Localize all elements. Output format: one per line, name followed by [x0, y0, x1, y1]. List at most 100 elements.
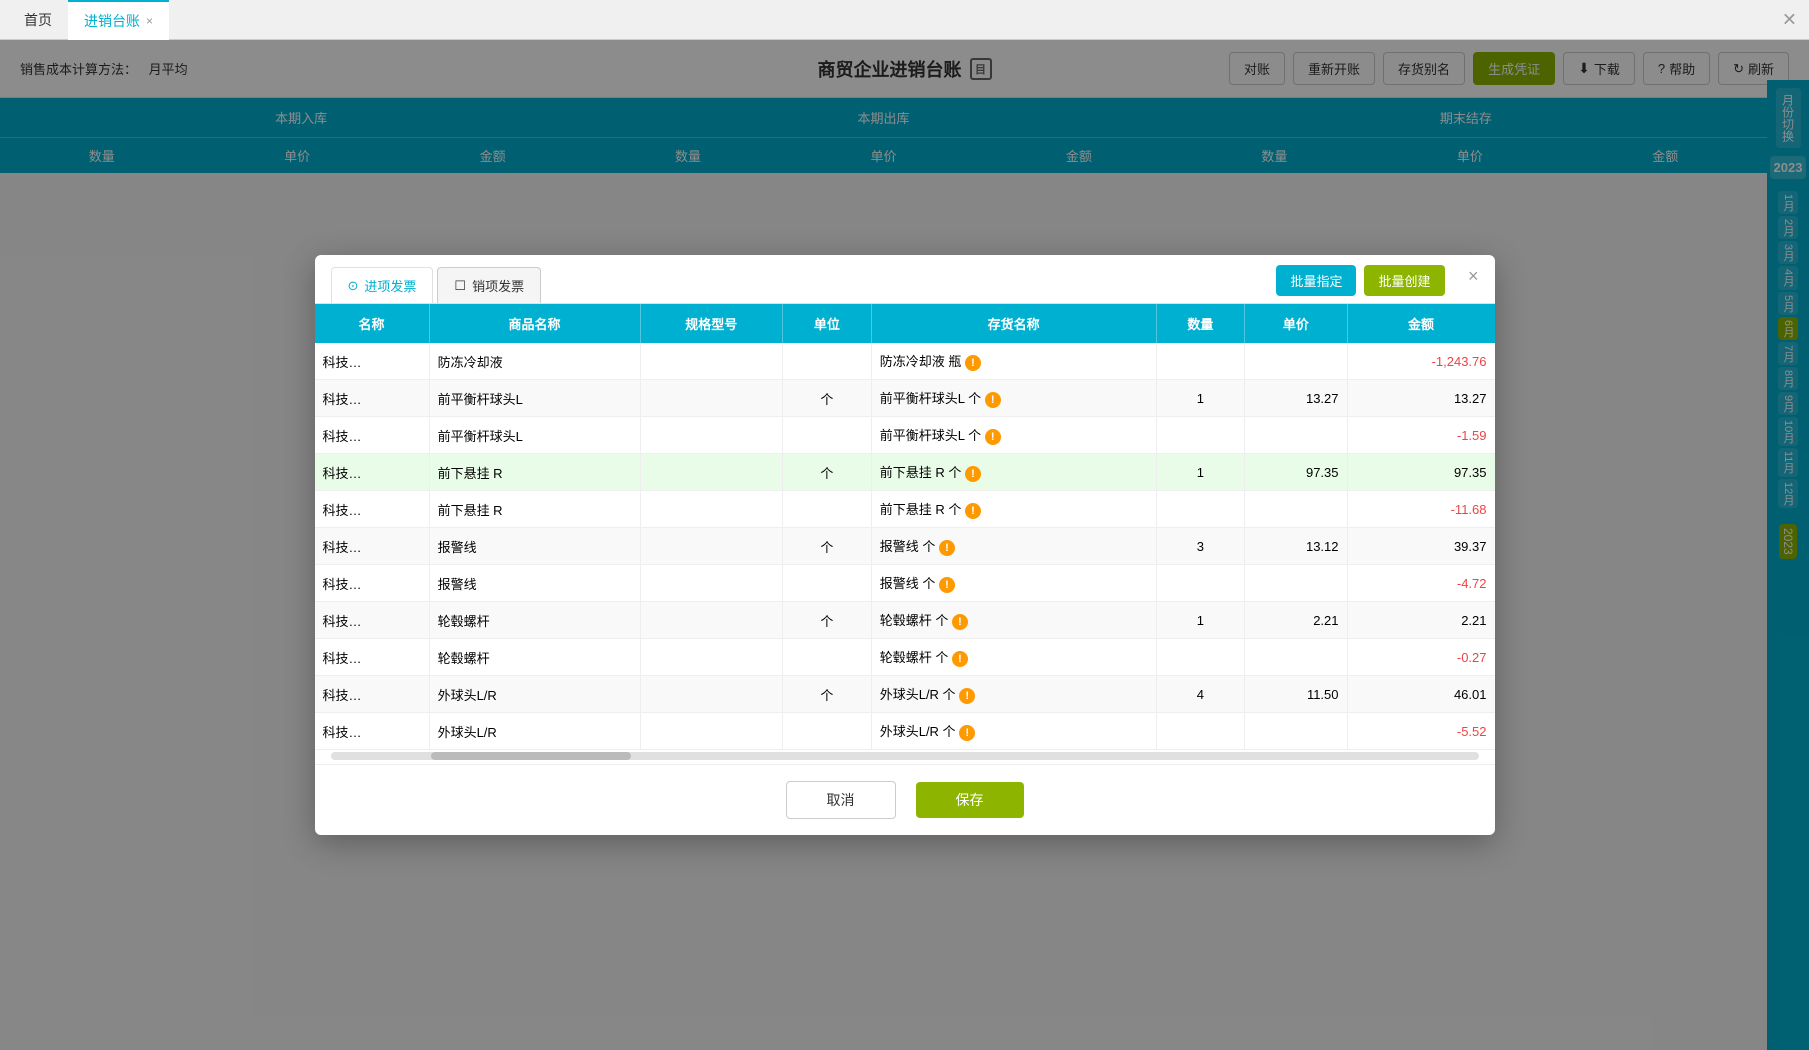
modal-scrollbar-thumb[interactable] — [431, 752, 631, 760]
cell-name: 科技… — [315, 528, 430, 565]
cell-stock: 防冻冷却液 瓶 ! — [871, 343, 1156, 380]
cell-qty: 4 — [1156, 676, 1245, 713]
stock-name-text: 前平衡杆球头L 个 — [880, 391, 981, 406]
warn-icon[interactable]: ! — [965, 503, 981, 519]
stock-name-text: 外球头L/R 个 — [880, 687, 956, 702]
cell-stock: 报警线 个 ! — [871, 528, 1156, 565]
cell-spec — [640, 713, 782, 750]
cell-stock: 轮毂螺杆 个 ! — [871, 602, 1156, 639]
cell-amount: -5.52 — [1347, 713, 1494, 750]
cell-name: 科技… — [315, 380, 430, 417]
cell-product: 外球头L/R — [429, 713, 640, 750]
cell-amount: 97.35 — [1347, 454, 1494, 491]
stock-name-text: 轮毂螺杆 个 — [880, 613, 949, 628]
modal-header: ⊙ 进项发票 ☐ 销项发票 批量指定 批量创建 × — [315, 255, 1495, 304]
modal-close-button[interactable]: × — [1468, 267, 1479, 285]
cell-name: 科技… — [315, 713, 430, 750]
cell-unitprice — [1245, 343, 1347, 380]
cell-unitprice — [1245, 417, 1347, 454]
cell-unitprice — [1245, 713, 1347, 750]
warn-icon[interactable]: ! — [952, 614, 968, 630]
batch-specify-button[interactable]: 批量指定 — [1276, 265, 1356, 296]
warn-icon[interactable]: ! — [959, 725, 975, 741]
warn-icon[interactable]: ! — [965, 466, 981, 482]
tab-incoming-invoice[interactable]: ⊙ 进项发票 — [331, 267, 434, 303]
stock-name-text: 前平衡杆球头L 个 — [880, 428, 981, 443]
col-header-stock: 存货名称 — [871, 304, 1156, 343]
warn-icon[interactable]: ! — [959, 688, 975, 704]
modal-scrollbar-track[interactable] — [331, 752, 1479, 760]
cancel-button[interactable]: 取消 — [786, 781, 896, 819]
modal-actions: 批量指定 批量创建 — [1276, 265, 1444, 296]
save-button[interactable]: 保存 — [916, 782, 1024, 818]
cell-unit: 个 — [782, 454, 871, 491]
cell-qty — [1156, 491, 1245, 528]
cell-name: 科技… — [315, 602, 430, 639]
cell-name: 科技… — [315, 565, 430, 602]
cell-qty — [1156, 343, 1245, 380]
tab-home[interactable]: 首页 — [8, 0, 68, 40]
invoice-modal: ⊙ 进项发票 ☐ 销项发票 批量指定 批量创建 × — [315, 255, 1495, 835]
cell-unit: 个 — [782, 602, 871, 639]
cell-product: 前平衡杆球头L — [429, 417, 640, 454]
batch-create-button[interactable]: 批量创建 — [1364, 265, 1444, 296]
col-header-unitprice: 单价 — [1245, 304, 1347, 343]
cell-unitprice — [1245, 639, 1347, 676]
tab-outgoing-invoice[interactable]: ☐ 销项发票 — [437, 267, 541, 303]
table-row: 科技…防冻冷却液防冻冷却液 瓶 !-1,243.76 — [315, 343, 1495, 380]
cell-spec — [640, 380, 782, 417]
cell-name: 科技… — [315, 491, 430, 528]
warn-icon[interactable]: ! — [985, 392, 1001, 408]
table-row: 科技…轮毂螺杆个轮毂螺杆 个 !12.212.21 — [315, 602, 1495, 639]
cell-product: 前平衡杆球头L — [429, 380, 640, 417]
cell-spec — [640, 676, 782, 713]
warn-icon[interactable]: ! — [939, 577, 955, 593]
cell-stock: 报警线 个 ! — [871, 565, 1156, 602]
table-row: 科技…前下悬挂 R前下悬挂 R 个 !-11.68 — [315, 491, 1495, 528]
cell-stock: 前平衡杆球头L 个 ! — [871, 417, 1156, 454]
cell-unitprice — [1245, 491, 1347, 528]
modal-table: 名称 商品名称 规格型号 单位 存货名称 数量 单价 金额 科技…防冻冷却液防冻… — [315, 304, 1495, 750]
cell-amount: 39.37 — [1347, 528, 1494, 565]
cell-amount: -0.27 — [1347, 639, 1494, 676]
window-close-icon[interactable]: ✕ — [1782, 9, 1797, 30]
cell-product: 防冻冷却液 — [429, 343, 640, 380]
warn-icon[interactable]: ! — [965, 355, 981, 371]
cell-qty: 1 — [1156, 380, 1245, 417]
stock-name-text: 报警线 个 — [880, 539, 936, 554]
cell-unitprice: 11.50 — [1245, 676, 1347, 713]
cell-qty — [1156, 565, 1245, 602]
stock-name-text: 外球头L/R 个 — [880, 724, 956, 739]
cell-product: 外球头L/R — [429, 676, 640, 713]
stock-name-text: 前下悬挂 R 个 — [880, 502, 962, 517]
table-row: 科技…前下悬挂 R个前下悬挂 R 个 !197.3597.35 — [315, 454, 1495, 491]
stock-name-text: 防冻冷却液 瓶 — [880, 354, 962, 369]
cell-name: 科技… — [315, 676, 430, 713]
cell-stock: 外球头L/R 个 ! — [871, 713, 1156, 750]
warn-icon[interactable]: ! — [985, 429, 1001, 445]
tab-active[interactable]: 进销台账 × — [68, 0, 169, 40]
main-area: 销售成本计算方法： 月平均 商贸企业进销台账 目 对账 重新开账 存货别名 生成… — [0, 40, 1809, 1050]
cell-unitprice: 13.12 — [1245, 528, 1347, 565]
table-row: 科技…报警线 报警线 个 ! -4.72 — [315, 565, 1495, 602]
cell-unitprice: 97.35 — [1245, 454, 1347, 491]
cell-product: 报警线 — [429, 565, 640, 602]
cell-unit: 个 — [782, 676, 871, 713]
warn-icon[interactable]: ! — [939, 540, 955, 556]
cell-unit — [782, 417, 871, 454]
invoice-table: 名称 商品名称 规格型号 单位 存货名称 数量 单价 金额 科技…防冻冷却液防冻… — [315, 304, 1495, 750]
stock-name-text: 报警线 个 — [880, 576, 936, 591]
cell-unitprice: 2.21 — [1245, 602, 1347, 639]
tab-bar: 首页 进销台账 × ✕ — [0, 0, 1809, 40]
cell-unit — [782, 639, 871, 676]
col-header-spec: 规格型号 — [640, 304, 782, 343]
col-header-product: 商品名称 — [429, 304, 640, 343]
warn-icon[interactable]: ! — [952, 651, 968, 667]
cell-spec — [640, 528, 782, 565]
tab-close-icon[interactable]: × — [146, 14, 153, 28]
cell-unit — [782, 565, 871, 602]
stock-name-text: 轮毂螺杆 个 — [880, 650, 949, 665]
col-header-amount: 金额 — [1347, 304, 1494, 343]
cell-amount: -4.72 — [1347, 565, 1494, 602]
cell-spec — [640, 491, 782, 528]
